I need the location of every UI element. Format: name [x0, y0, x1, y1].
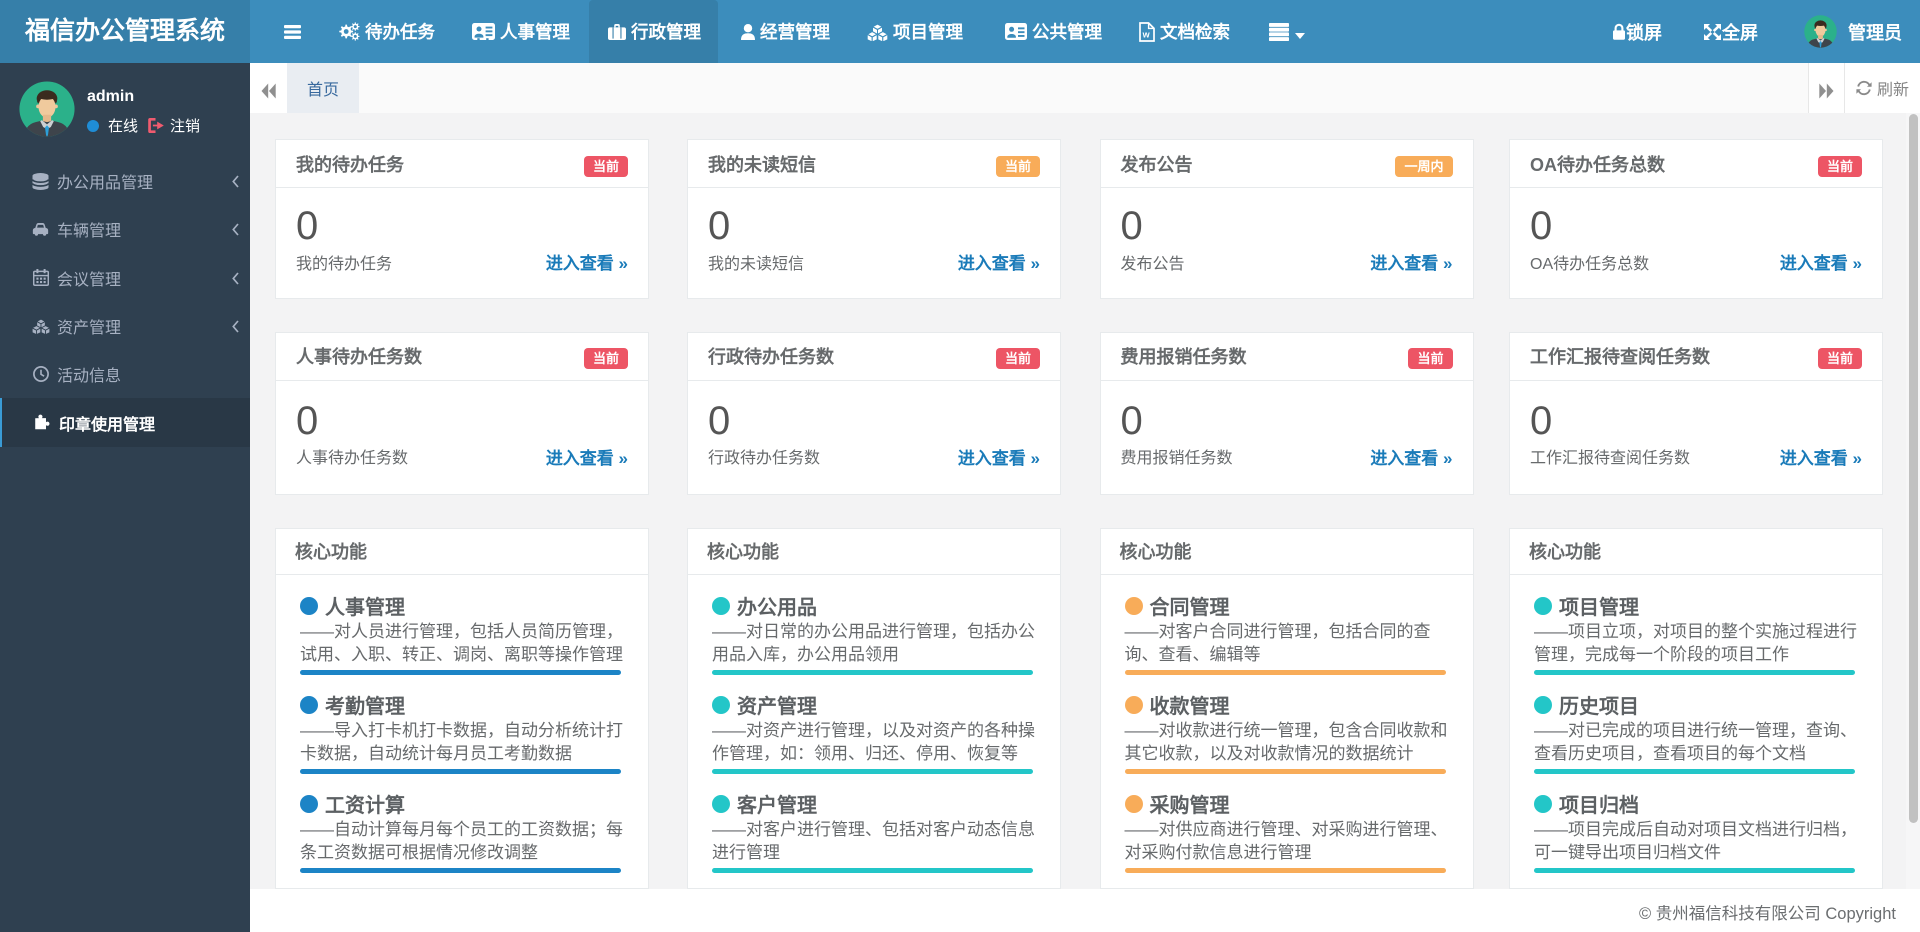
svg-text:w: w: [1142, 29, 1151, 39]
